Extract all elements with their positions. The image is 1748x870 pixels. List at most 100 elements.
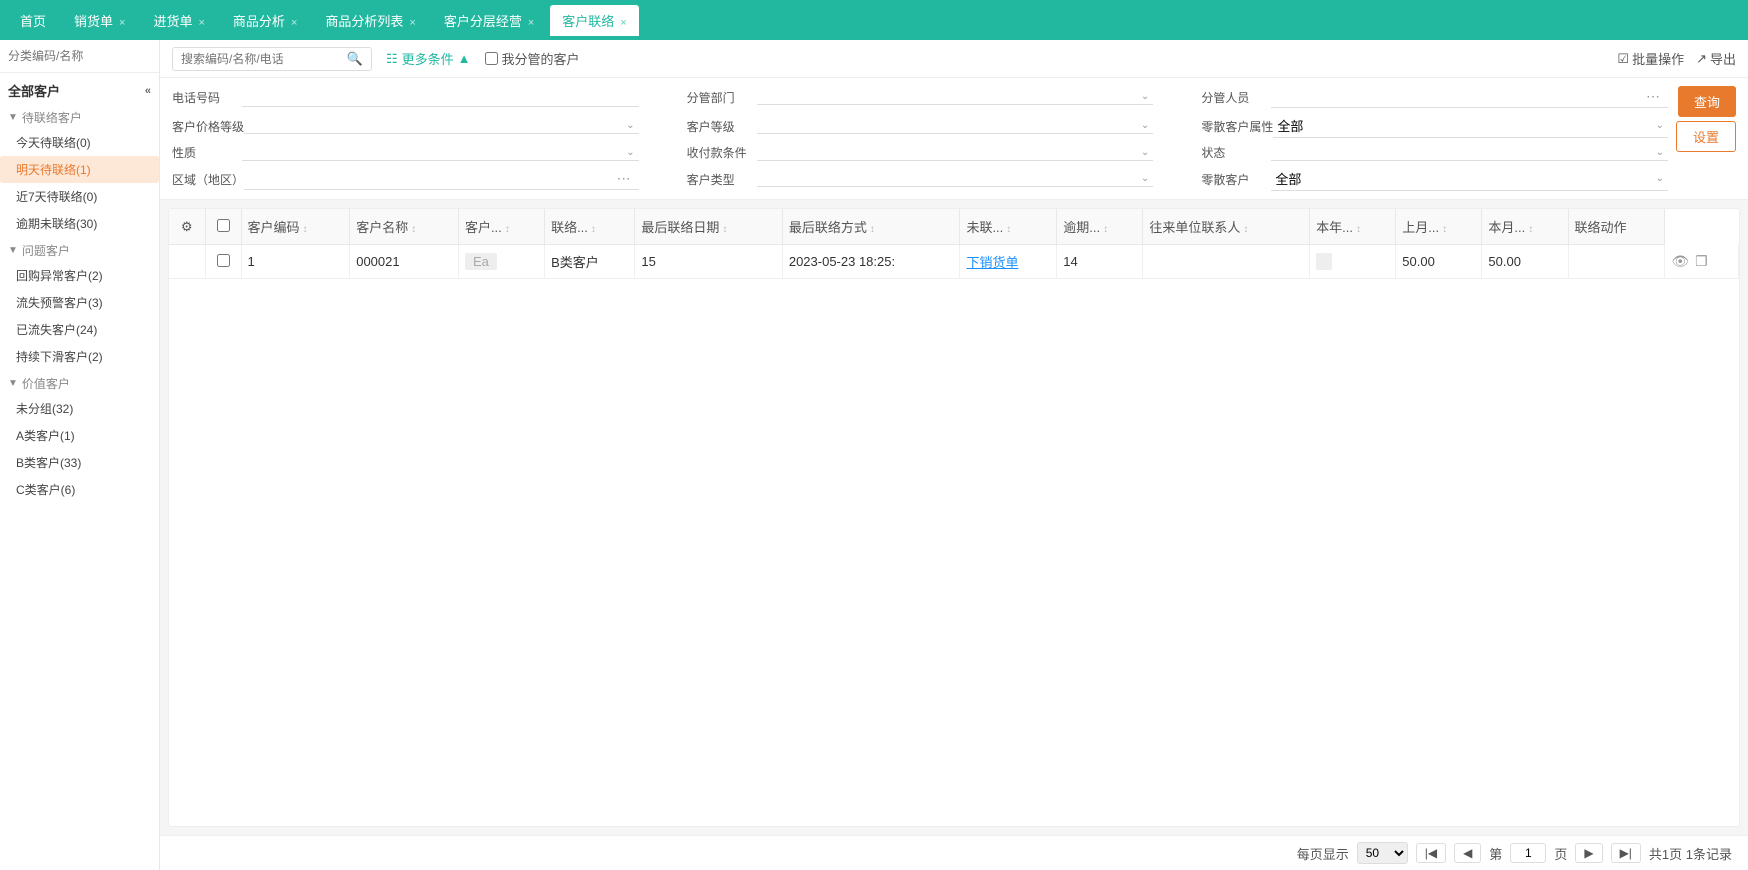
close-icon[interactable]: × [291,17,297,29]
sidebar-item-tomorrow-contact[interactable]: 明天待联络(1) [0,156,159,183]
filter-customer-type-select[interactable]: ⌄ [757,171,1154,187]
filter-scatter-customer-select[interactable]: 全部 ⌄ [1271,167,1668,191]
sort-icon[interactable]: ↕ [1006,224,1011,235]
sort-icon[interactable]: ↕ [1442,224,1447,235]
filter-region-label: 区域（地区） [172,171,244,188]
sort-icon[interactable]: ↕ [870,224,875,235]
sort-icon[interactable]: ↕ [1103,224,1108,235]
first-page-btn[interactable]: |◀ [1416,843,1446,863]
search-box[interactable]: 🔍 [172,47,372,71]
export-btn[interactable]: ↗ 导出 [1696,49,1736,68]
sort-icon[interactable]: ↕ [591,224,596,235]
filter-nature-select[interactable]: ⌄ [242,145,639,161]
sidebar-item-repurchase-abnormal[interactable]: 回购异常客户(2) [0,262,159,289]
nav-item-product-analysis[interactable]: 商品分析× [221,5,309,36]
page-input[interactable] [1510,843,1546,863]
chevron-down-icon: ⌄ [1656,173,1664,184]
action-eye-icon[interactable]: 👁 [1671,253,1689,270]
nav-item-product-analysis-list[interactable]: 商品分析列表× [313,5,427,36]
sidebar: 🔍 全部客户 « ▼ 待联络客户今天待联络(0)明天待联络(1)近7天待联络(0… [0,40,160,870]
sort-icon[interactable]: ↕ [1356,224,1361,235]
query-button[interactable]: 查询 [1678,86,1736,117]
filter-region-dots[interactable]: ⋯ [613,170,635,187]
filter-customer-level-select[interactable]: ⌄ [757,118,1154,134]
sidebar-search-container: 🔍 [0,40,159,73]
export-label: 导出 [1710,49,1736,68]
next-page-btn[interactable]: ▶ [1575,843,1602,863]
filter-scatter-customer-value: 全部 [1275,169,1301,188]
search-input[interactable] [181,52,343,66]
filter-payment-select[interactable]: ⌄ [757,145,1154,161]
sort-icon[interactable]: ↕ [411,224,416,235]
last-page-btn[interactable]: ▶| [1611,843,1641,863]
row-settings [169,245,205,279]
filter-phone-input[interactable] [242,88,639,107]
nav-item-sales[interactable]: 销货单× [62,5,137,36]
filter-price-select[interactable]: ⌄ [244,118,639,134]
my-customers-checkbox[interactable] [485,52,498,65]
search-icon[interactable]: 🔍 [347,51,363,67]
more-conditions-btn[interactable]: ☷ 更多条件 ▲ [380,46,477,71]
sort-icon[interactable]: ↕ [303,224,308,235]
row-code: 000021 [350,245,459,279]
sort-icon[interactable]: ↕ [722,224,727,235]
filter-row-2: 客户价格等级 ⌄ 客户等级 ⌄ [172,114,1668,138]
sidebar-item-class-c[interactable]: C类客户(6) [0,476,159,503]
batch-action-btn[interactable]: ☑ 批量操作 [1617,49,1684,68]
sidebar-item-overdue-contact[interactable]: 逾期未联络(30) [0,210,159,237]
sidebar-item-class-a[interactable]: A类客户(1) [0,422,159,449]
nav-item-purchase[interactable]: 进货单× [141,5,216,36]
action-grid-icon[interactable]: ❐ [1695,253,1708,270]
chevron-down-icon: ⌄ [1141,173,1149,184]
sidebar-group-待联络客户[interactable]: ▼ 待联络客户 [0,104,159,129]
chevron-down-icon: ⌄ [626,147,634,158]
filter-icon: ☷ [386,51,398,67]
col-this-month: 本月...↕ [1482,209,1568,245]
sidebar-all-customers[interactable]: 全部客户 « [0,73,159,104]
col-last-date: 最后联络日期↕ [635,209,782,245]
nav-item-home[interactable]: 首页 [8,5,58,36]
row-select-checkbox[interactable] [217,254,230,267]
sidebar-search-input[interactable] [8,49,160,63]
row-last-method: 下销货单 [960,245,1057,279]
export-icon: ↗ [1696,51,1707,67]
close-icon[interactable]: × [528,17,534,29]
sidebar-item-today-contact[interactable]: 今天待联络(0) [0,129,159,156]
sidebar-item-class-b[interactable]: B类客户(33) [0,449,159,476]
select-all-checkbox[interactable] [217,219,230,232]
set-button[interactable]: 设置 [1676,121,1736,152]
sidebar-item-declining[interactable]: 持续下滑客户(2) [0,343,159,370]
filter-dept-select[interactable]: ⌄ [757,89,1154,105]
last-method-link[interactable]: 下销货单 [966,255,1018,270]
close-icon[interactable]: × [620,17,626,29]
my-customers-checkbox-label[interactable]: 我分管的客户 [485,49,580,68]
close-icon[interactable]: × [119,17,125,29]
filter-status-select[interactable]: ⌄ [1271,145,1668,161]
sidebar-item-week-contact[interactable]: 近7天待联络(0) [0,183,159,210]
sort-icon[interactable]: ↕ [505,224,510,235]
filter-nature-label: 性质 [172,144,242,161]
sidebar-item-ungrouped[interactable]: 未分组(32) [0,395,159,422]
filter-manager: 分管人员 ⋯ [1201,86,1668,108]
filter-manager-dots[interactable]: ⋯ [1642,88,1664,105]
nav-item-customer-layer[interactable]: 客户分层经营× [432,5,546,36]
close-icon[interactable]: × [409,17,415,29]
close-icon[interactable]: × [198,17,204,29]
prev-page-btn[interactable]: ◀ [1454,843,1481,863]
sort-icon[interactable]: ↕ [1528,224,1533,235]
row-contact-count: 15 [635,245,782,279]
per-page-select[interactable]: 50 100 200 [1357,842,1408,864]
row-no-contact: 14 [1057,245,1143,279]
filter-status-label: 状态 [1201,144,1271,161]
toolbar-right: ☑ 批量操作 ↗ 导出 [1617,49,1736,68]
sidebar-group-问题客户[interactable]: ▼ 问题客户 [0,237,159,262]
more-conditions-label: 更多条件 [402,49,454,68]
nav-item-customer-contact[interactable]: 客户联络× [550,5,638,36]
sort-icon[interactable]: ↕ [1243,224,1248,235]
col-code: 客户编码↕ [241,209,350,245]
filter-scatter-select[interactable]: 全部 ⌄ [1273,114,1668,138]
settings-icon[interactable]: ⚙ [181,219,193,234]
sidebar-group-价值客户[interactable]: ▼ 价值客户 [0,370,159,395]
sidebar-item-churn-warning[interactable]: 流失预警客户(3) [0,289,159,316]
sidebar-item-churned[interactable]: 已流失客户(24) [0,316,159,343]
